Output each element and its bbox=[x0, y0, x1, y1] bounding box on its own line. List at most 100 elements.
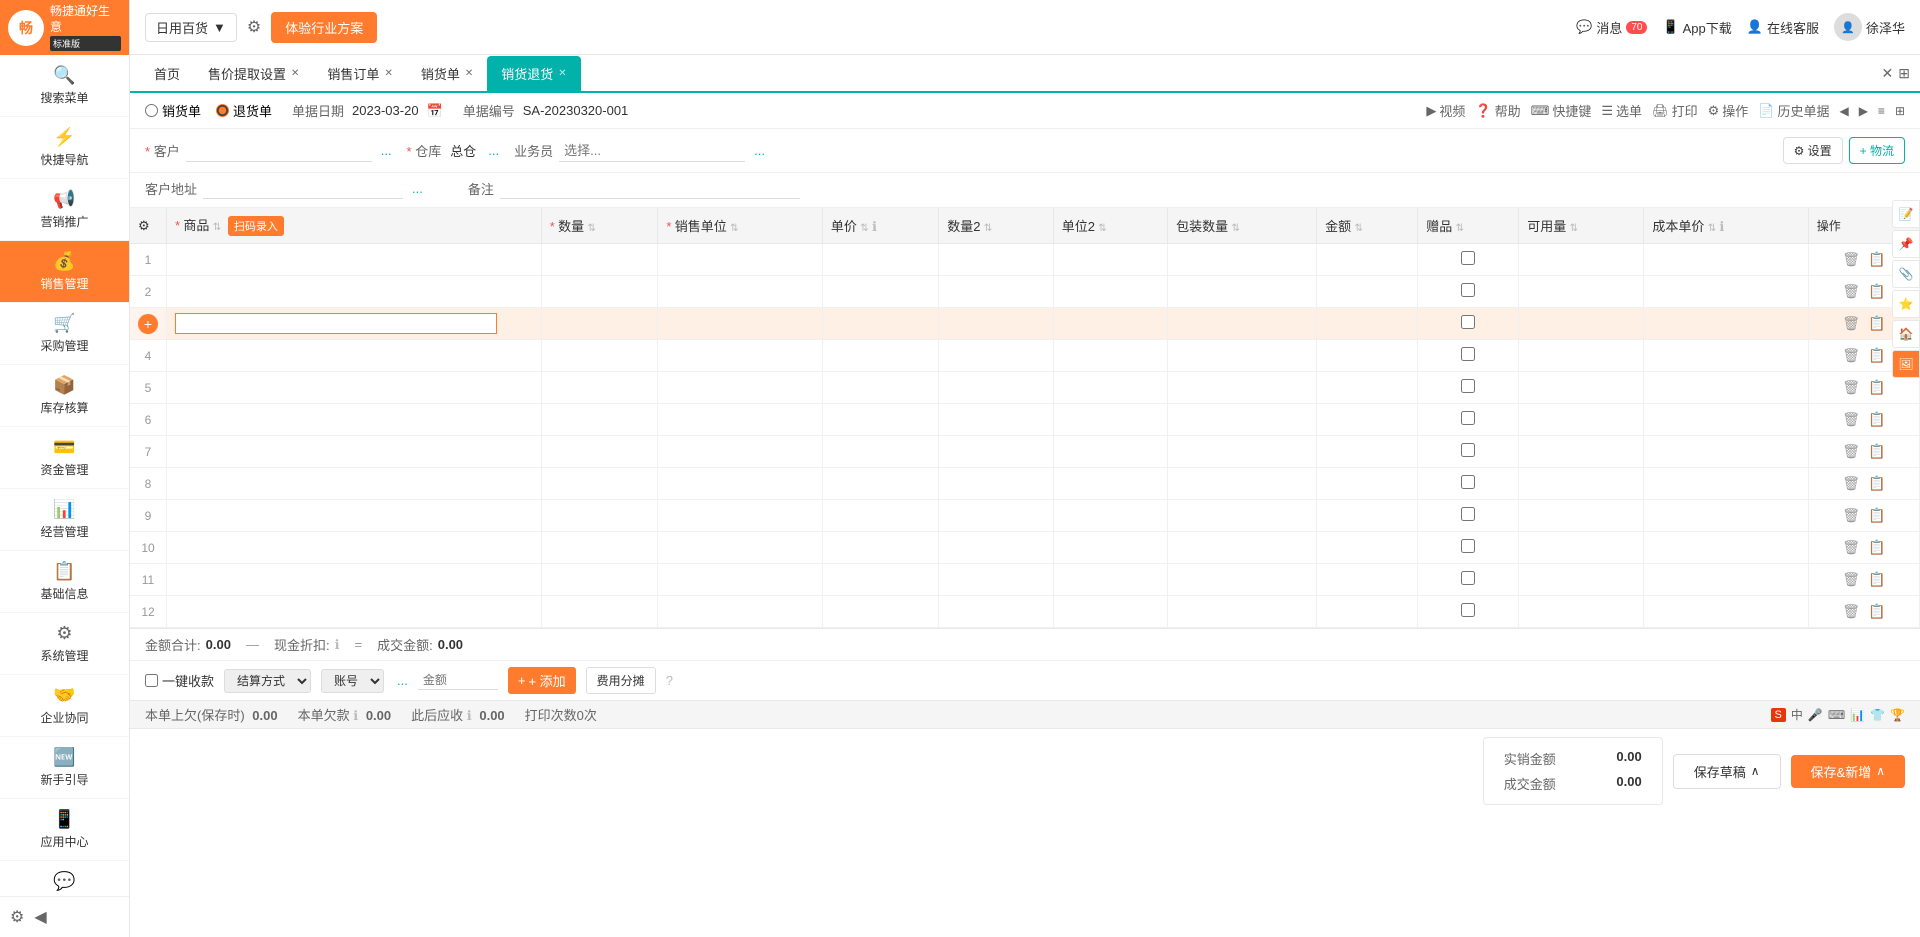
toolbar-icon-keyboard[interactable]: ⌨ bbox=[1828, 708, 1845, 722]
qty2-sort-icon[interactable]: ⇅ bbox=[984, 223, 992, 234]
shortcut-action[interactable]: ⌨ 快捷键 bbox=[1531, 101, 1592, 120]
save-draft-button[interactable]: 保存草稿 ∧ bbox=[1673, 754, 1781, 789]
toolbar-icon-shirt[interactable]: 👕 bbox=[1870, 708, 1885, 722]
salesperson-input[interactable] bbox=[559, 140, 745, 162]
price-cell[interactable] bbox=[822, 244, 938, 276]
delete-row-icon[interactable]: 🗑 bbox=[1842, 475, 1860, 492]
sidebar-item-operation[interactable]: 📊 经营管理 bbox=[0, 489, 129, 551]
right-panel-note-icon[interactable]: 📝 bbox=[1892, 200, 1920, 228]
copy-row-icon[interactable]: 📋 bbox=[1868, 539, 1885, 556]
gift-cell-add[interactable] bbox=[1418, 308, 1519, 340]
gift-checkbox[interactable] bbox=[1461, 443, 1475, 457]
radio-sales[interactable]: 销货单 bbox=[145, 101, 201, 120]
delete-row-icon[interactable]: 🗑 bbox=[1842, 603, 1860, 620]
cost-price-cell[interactable] bbox=[1644, 244, 1808, 276]
gift-checkbox[interactable] bbox=[1461, 571, 1475, 585]
unit-cell[interactable] bbox=[658, 276, 823, 308]
copy-row-icon[interactable]: 📋 bbox=[1868, 251, 1885, 268]
copy-row-icon[interactable]: 📋 bbox=[1868, 603, 1885, 620]
sidebar-item-finance[interactable]: 💳 资金管理 bbox=[0, 427, 129, 489]
one-click-payment-input[interactable] bbox=[145, 674, 158, 687]
scan-entry-button[interactable]: 扫码录入 bbox=[228, 216, 284, 236]
column-settings-button[interactable]: ⚙ 设置 bbox=[1783, 137, 1843, 164]
delete-row-icon[interactable]: 🗑 bbox=[1842, 443, 1860, 460]
industry-select[interactable]: 日用百货 ▼ bbox=[145, 13, 237, 42]
list-view-button[interactable]: ≡ bbox=[1878, 104, 1885, 118]
gift-cell[interactable] bbox=[1418, 244, 1519, 276]
tab-close-sales-order[interactable]: ✕ bbox=[384, 68, 392, 79]
unit-cell-add[interactable] bbox=[658, 308, 823, 340]
price-cell[interactable] bbox=[822, 276, 938, 308]
right-panel-home-icon[interactable]: 🏠 bbox=[1892, 320, 1920, 348]
gift-checkbox[interactable] bbox=[1461, 251, 1475, 265]
cost-price-info-icon[interactable]: ℹ bbox=[1719, 219, 1724, 234]
qty2-cell-add[interactable] bbox=[939, 308, 1053, 340]
qty-sort-icon[interactable]: ⇅ bbox=[588, 223, 596, 234]
pack-qty-cell[interactable] bbox=[1168, 276, 1317, 308]
product-cell[interactable] bbox=[167, 276, 542, 308]
sidebar-item-appcenter[interactable]: 📱 应用中心 bbox=[0, 799, 129, 861]
maximize-icon[interactable]: ⊞ bbox=[1898, 65, 1910, 82]
toolbar-icon-mic[interactable]: 🎤 bbox=[1808, 708, 1823, 722]
one-click-payment-checkbox[interactable]: 一键收款 bbox=[145, 671, 214, 690]
address-dots-button[interactable]: ... bbox=[412, 181, 423, 196]
tab-home[interactable]: 首页 bbox=[140, 56, 194, 91]
gift-checkbox[interactable] bbox=[1461, 283, 1475, 297]
online-service-button[interactable]: 👤 在线客服 bbox=[1747, 18, 1819, 37]
next-doc-button[interactable]: ▶ bbox=[1859, 104, 1868, 118]
gift-cell[interactable] bbox=[1418, 276, 1519, 308]
gift-checkbox[interactable] bbox=[1461, 347, 1475, 361]
sidebar-item-enterprise[interactable]: 🤝 企业协同 bbox=[0, 675, 129, 737]
delete-row-icon[interactable]: 🗑 bbox=[1842, 411, 1860, 428]
amount-cell[interactable] bbox=[1317, 244, 1418, 276]
delete-row-icon[interactable]: 🗑 bbox=[1842, 347, 1860, 364]
radio-sales-input[interactable] bbox=[145, 104, 158, 117]
save-new-button[interactable]: 保存&新增 ∧ bbox=[1791, 755, 1905, 788]
product-input-cell[interactable] bbox=[167, 308, 542, 340]
save-new-chevron[interactable]: ∧ bbox=[1876, 764, 1885, 778]
add-payment-button[interactable]: + + 添加 bbox=[508, 667, 576, 694]
remark-input[interactable] bbox=[500, 177, 800, 199]
copy-row-icon[interactable]: 📋 bbox=[1868, 347, 1885, 364]
qty-cell[interactable] bbox=[541, 276, 658, 308]
available-cell-add[interactable] bbox=[1519, 308, 1644, 340]
print-action[interactable]: 🖨 打印 bbox=[1652, 101, 1698, 120]
cost-price-cell-add[interactable] bbox=[1644, 308, 1808, 340]
tab-close-sales-delivery[interactable]: ✕ bbox=[465, 68, 473, 79]
unit2-cell[interactable] bbox=[1053, 244, 1167, 276]
pack-qty-sort-icon[interactable]: ⇅ bbox=[1231, 223, 1239, 234]
unit2-cell[interactable] bbox=[1053, 276, 1167, 308]
copy-row-icon[interactable]: 📋 bbox=[1868, 475, 1885, 492]
add-row-button[interactable]: + bbox=[138, 314, 158, 334]
delete-row-icon[interactable]: 🗑 bbox=[1842, 315, 1860, 332]
cost-price-sort-icon[interactable]: ⇅ bbox=[1708, 223, 1716, 234]
tab-sales-order[interactable]: 销售订单 ✕ bbox=[313, 56, 406, 91]
pack-qty-cell-add[interactable] bbox=[1168, 308, 1317, 340]
gear-icon[interactable]: ⚙ bbox=[138, 218, 150, 233]
sidebar-item-purchase[interactable]: 🛒 采购管理 bbox=[0, 303, 129, 365]
product-input[interactable] bbox=[175, 313, 497, 334]
sidebar-item-system[interactable]: ⚙ 系统管理 bbox=[0, 613, 129, 675]
delete-row-icon[interactable]: 🗑 bbox=[1842, 539, 1860, 556]
delete-row-icon[interactable]: 🗑 bbox=[1842, 571, 1860, 588]
prev-doc-button[interactable]: ◀ bbox=[1839, 104, 1848, 118]
receivable-info-icon[interactable]: ℹ bbox=[467, 708, 472, 723]
unit-sort-icon[interactable]: ⇅ bbox=[730, 223, 738, 234]
sidebar-item-quicknav[interactable]: ⚡ 快捷导航 bbox=[0, 117, 129, 179]
available-cell[interactable] bbox=[1519, 276, 1644, 308]
delete-row-icon[interactable]: 🗑 bbox=[1842, 507, 1860, 524]
right-panel-image-icon[interactable]: 🖼 bbox=[1892, 350, 1920, 378]
toolbar-icon-trophy[interactable]: 🏆 bbox=[1890, 708, 1905, 722]
gift-checkbox[interactable] bbox=[1461, 379, 1475, 393]
qty-cell[interactable] bbox=[541, 244, 658, 276]
copy-row-icon[interactable]: 📋 bbox=[1868, 379, 1885, 396]
available-cell[interactable] bbox=[1519, 244, 1644, 276]
single-debt-info-icon[interactable]: ℹ bbox=[353, 708, 358, 723]
product-sort-icon[interactable]: ⇅ bbox=[213, 222, 221, 233]
sidebar-item-search[interactable]: 🔍 搜索菜单 bbox=[0, 55, 129, 117]
gift-checkbox[interactable] bbox=[1461, 411, 1475, 425]
copy-row-icon[interactable]: 📋 bbox=[1868, 507, 1885, 524]
unit-cell[interactable] bbox=[658, 244, 823, 276]
operate-action[interactable]: ⚙ 操作 bbox=[1708, 101, 1749, 120]
settlement-method-select[interactable]: 结算方式 bbox=[224, 669, 311, 693]
